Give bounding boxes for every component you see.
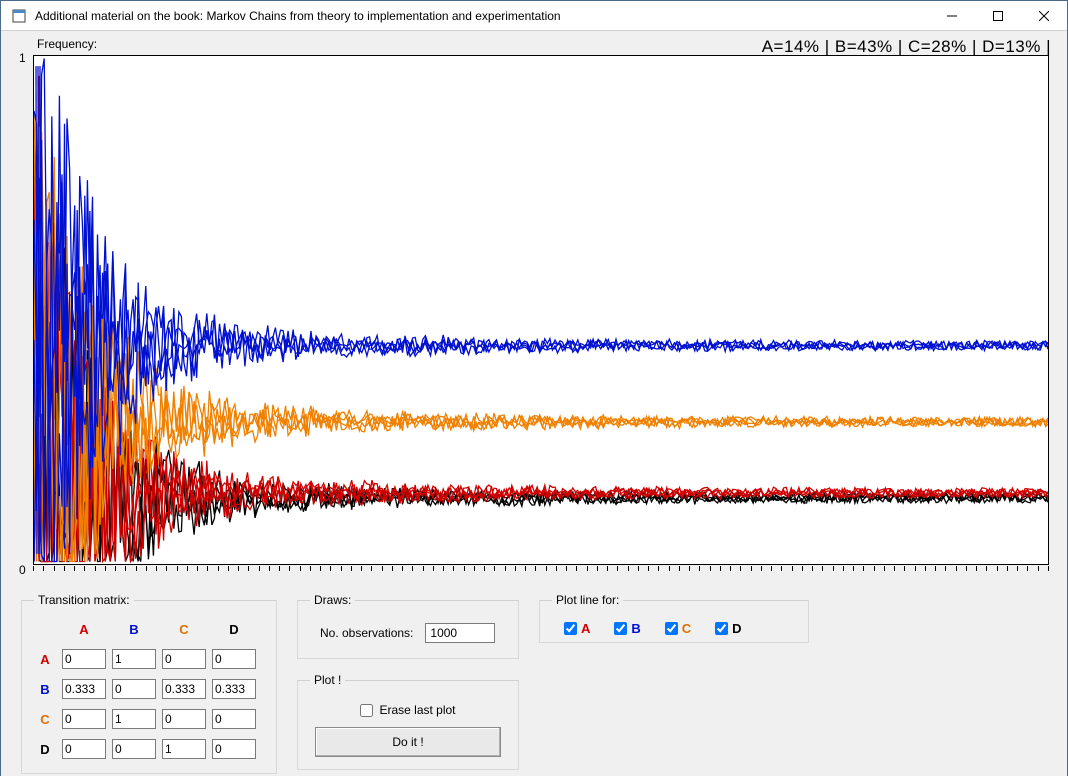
- plot-line-label-D: D: [732, 621, 741, 636]
- tm-cell-C-A[interactable]: [62, 709, 106, 729]
- erase-last-plot-checkbox[interactable]: [360, 704, 373, 717]
- tm-row-head-C: C: [34, 712, 56, 727]
- tm-col-head-C: C: [162, 622, 206, 637]
- plot-line-item-D[interactable]: D: [715, 621, 741, 636]
- tm-col-head-B: B: [112, 622, 156, 637]
- app-icon: [11, 8, 27, 24]
- tm-cell-A-C[interactable]: [162, 649, 206, 669]
- maximize-button[interactable]: [975, 1, 1021, 31]
- tm-cell-D-B[interactable]: [112, 739, 156, 759]
- tm-cell-D-D[interactable]: [212, 739, 256, 759]
- tm-cell-C-D[interactable]: [212, 709, 256, 729]
- percent-readout: A=14% | B=43% | C=28% | D=13% |: [762, 37, 1051, 55]
- tm-col-head-A: A: [62, 622, 106, 637]
- plot-line-label-B: B: [631, 621, 640, 636]
- tm-cell-D-C[interactable]: [162, 739, 206, 759]
- plot-line-item-C[interactable]: C: [665, 621, 691, 636]
- plot-line-item-A[interactable]: A: [564, 621, 590, 636]
- plot-line-item-B[interactable]: B: [614, 621, 640, 636]
- draws-legend: Draws:: [310, 593, 355, 607]
- plot-line-checkbox-C[interactable]: [665, 622, 678, 635]
- plot-legend: Plot !: [310, 673, 345, 687]
- plot-group: Plot ! Erase last plot Do it !: [297, 673, 519, 770]
- window-title: Additional material on the book: Markov …: [35, 9, 929, 23]
- tm-cell-A-A[interactable]: [62, 649, 106, 669]
- tm-cell-B-B[interactable]: [112, 679, 156, 699]
- plot-line-label-C: C: [682, 621, 691, 636]
- transition-matrix-legend: Transition matrix:: [34, 593, 134, 607]
- do-it-button[interactable]: Do it !: [315, 727, 501, 757]
- tm-cell-C-B[interactable]: [112, 709, 156, 729]
- tm-cell-B-C[interactable]: [162, 679, 206, 699]
- y-tick-0: 0: [19, 563, 26, 577]
- tm-cell-A-B[interactable]: [112, 649, 156, 669]
- plot-line-checkbox-D[interactable]: [715, 622, 728, 635]
- y-tick-1: 1: [19, 51, 26, 65]
- tm-row-head-A: A: [34, 652, 56, 667]
- tm-row-head-B: B: [34, 682, 56, 697]
- tm-cell-B-D[interactable]: [212, 679, 256, 699]
- chart-area: 1 0: [25, 55, 1049, 571]
- draws-group: Draws: No. observations:: [297, 593, 519, 659]
- tm-cell-A-D[interactable]: [212, 649, 256, 669]
- tm-cell-D-A[interactable]: [62, 739, 106, 759]
- plot-line-for-group: Plot line for: A B C D: [539, 593, 809, 643]
- plot-line-checkbox-A[interactable]: [564, 622, 577, 635]
- tm-col-head-D: D: [212, 622, 256, 637]
- plot-line-for-legend: Plot line for:: [552, 593, 623, 607]
- plot-box: [33, 55, 1049, 565]
- observations-input[interactable]: [425, 623, 495, 643]
- frequency-label: Frequency:: [37, 37, 97, 55]
- observations-label: No. observations:: [320, 626, 413, 640]
- tm-cell-C-C[interactable]: [162, 709, 206, 729]
- close-button[interactable]: [1021, 1, 1067, 31]
- x-ticks: [33, 566, 1049, 572]
- titlebar: Additional material on the book: Markov …: [1, 1, 1067, 31]
- plot-line-checkbox-B[interactable]: [614, 622, 627, 635]
- plot-line-label-A: A: [581, 621, 590, 636]
- minimize-button[interactable]: [929, 1, 975, 31]
- tm-cell-B-A[interactable]: [62, 679, 106, 699]
- erase-last-plot-label[interactable]: Erase last plot: [379, 703, 455, 717]
- tm-row-head-D: D: [34, 742, 56, 757]
- transition-matrix-group: Transition matrix: ABCDABCD: [21, 593, 277, 774]
